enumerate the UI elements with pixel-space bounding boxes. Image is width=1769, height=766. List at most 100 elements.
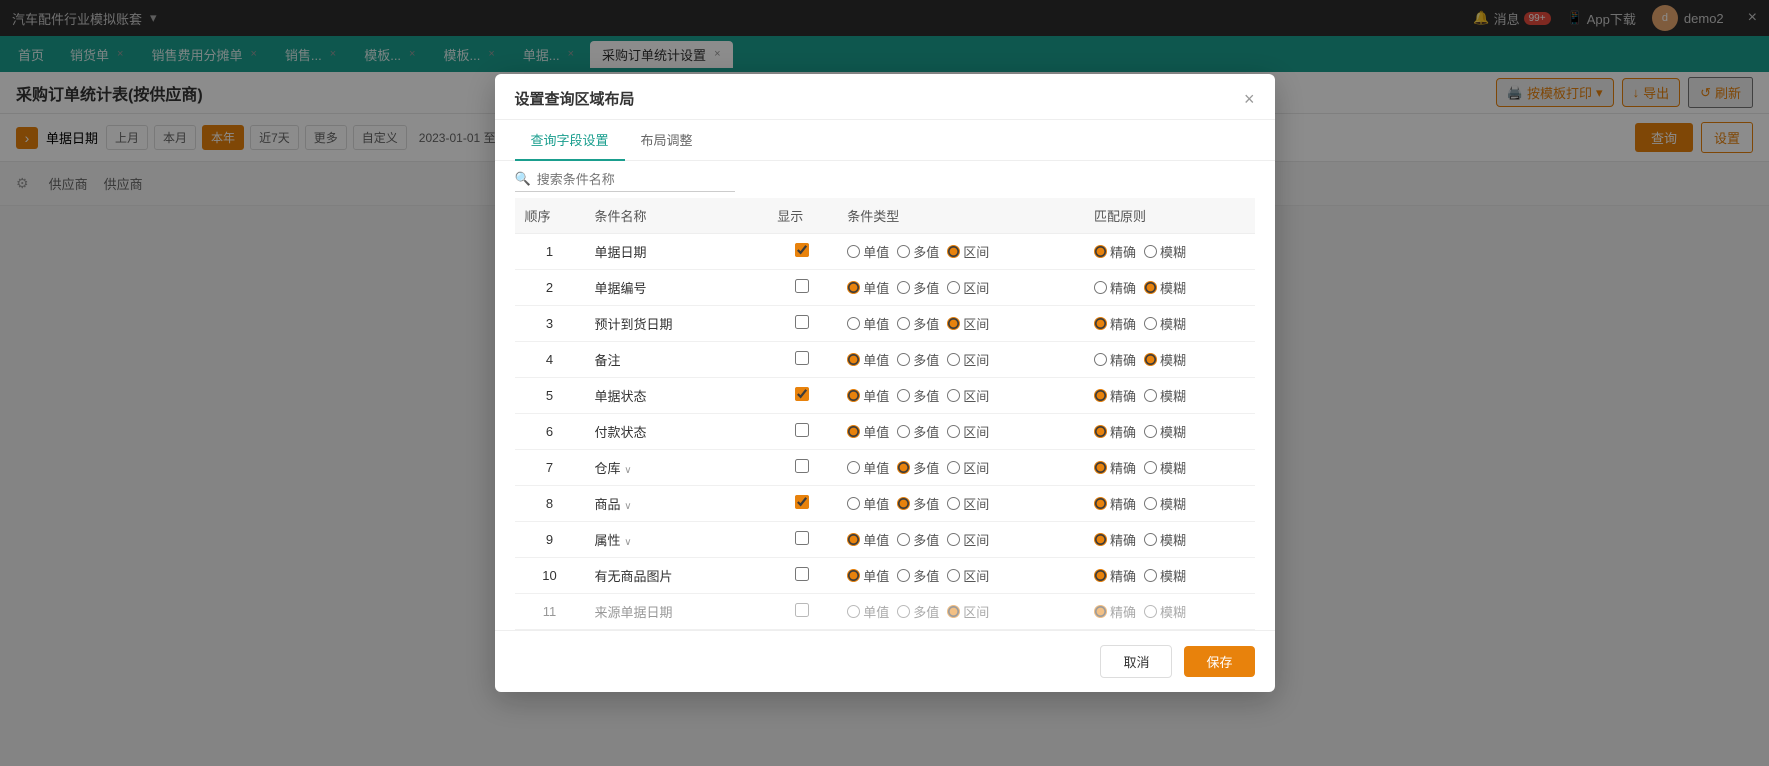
type-radio-多值[interactable]: 多值 [897,314,939,333]
type-radio-单值[interactable]: 单值 [847,386,889,405]
th-type: 条件类型 [837,198,1084,234]
cell-display[interactable] [767,270,837,306]
cell-name: 付款状态 [585,414,768,450]
cell-display[interactable] [767,234,837,270]
match-radio-精确[interactable]: 精确 [1094,566,1136,585]
display-checkbox[interactable] [795,531,809,545]
type-radio-单值[interactable]: 单值 [847,566,889,585]
type-radio-单值[interactable]: 单值 [847,602,889,621]
match-radio-精确[interactable]: 精确 [1094,242,1136,261]
search-input[interactable] [537,172,717,187]
type-radio-单值[interactable]: 单值 [847,530,889,549]
match-radio-模糊[interactable]: 模糊 [1144,422,1186,441]
type-radio-单值[interactable]: 单值 [847,458,889,477]
type-radio-区间[interactable]: 区间 [947,458,989,477]
cell-order: 4 [515,342,585,378]
type-radio-多值[interactable]: 多值 [897,566,939,585]
cell-display[interactable] [767,558,837,594]
match-radio-模糊[interactable]: 模糊 [1144,458,1186,477]
cell-match: 精确模糊 [1084,594,1255,630]
modal-tab-layout-adjust[interactable]: 布局调整 [625,120,709,161]
display-checkbox[interactable] [795,351,809,365]
display-checkbox[interactable] [795,279,809,293]
cell-display[interactable] [767,522,837,558]
cell-type: 单值多值区间 [837,594,1084,630]
match-radio-精确[interactable]: 精确 [1094,530,1136,549]
match-radio-模糊[interactable]: 模糊 [1144,566,1186,585]
cell-name: 预计到货日期 [585,306,768,342]
cell-match: 精确模糊 [1084,558,1255,594]
match-radio-模糊[interactable]: 模糊 [1144,530,1186,549]
cell-display[interactable] [767,378,837,414]
type-radio-多值[interactable]: 多值 [897,350,939,369]
cell-display[interactable] [767,594,837,630]
cell-display[interactable] [767,306,837,342]
match-radio-精确[interactable]: 精确 [1094,494,1136,513]
type-radio-区间[interactable]: 区间 [947,278,989,297]
type-radio-区间[interactable]: 区间 [947,602,989,621]
cell-match: 精确模糊 [1084,378,1255,414]
type-radio-多值[interactable]: 多值 [897,422,939,441]
match-radio-模糊[interactable]: 模糊 [1144,242,1186,261]
condition-dropdown-icon[interactable]: ∨ [624,501,631,512]
modal-close-button[interactable]: × [1244,90,1255,108]
match-radio-模糊[interactable]: 模糊 [1144,350,1186,369]
display-checkbox[interactable] [795,315,809,329]
match-radio-精确[interactable]: 精确 [1094,314,1136,333]
table-row: 4备注单值多值区间精确模糊 [515,342,1255,378]
modal-header: 设置查询区域布局 × [495,74,1275,120]
match-radio-模糊[interactable]: 模糊 [1144,314,1186,333]
type-radio-单值[interactable]: 单值 [847,242,889,261]
cell-display[interactable] [767,342,837,378]
match-radio-模糊[interactable]: 模糊 [1144,602,1186,621]
display-checkbox[interactable] [795,387,809,401]
display-checkbox[interactable] [795,567,809,581]
cell-display[interactable] [767,450,837,486]
display-checkbox[interactable] [795,495,809,509]
type-radio-单值[interactable]: 单值 [847,278,889,297]
cell-display[interactable] [767,414,837,450]
condition-dropdown-icon[interactable]: ∨ [624,465,631,476]
type-radio-区间[interactable]: 区间 [947,494,989,513]
match-radio-精确[interactable]: 精确 [1094,350,1136,369]
match-radio-精确[interactable]: 精确 [1094,458,1136,477]
save-button[interactable]: 保存 [1184,646,1254,677]
type-radio-多值[interactable]: 多值 [897,602,939,621]
cancel-button[interactable]: 取消 [1100,645,1172,678]
type-radio-区间[interactable]: 区间 [947,386,989,405]
modal-conditions-table: 顺序 条件名称 显示 条件类型 匹配原则 1单据日期单值多值区间精确模糊2单据编… [495,198,1275,630]
type-radio-区间[interactable]: 区间 [947,314,989,333]
type-radio-区间[interactable]: 区间 [947,530,989,549]
match-radio-精确[interactable]: 精确 [1094,602,1136,621]
display-checkbox[interactable] [795,243,809,257]
type-radio-区间[interactable]: 区间 [947,350,989,369]
type-radio-多值[interactable]: 多值 [897,458,939,477]
match-radio-精确[interactable]: 精确 [1094,386,1136,405]
display-checkbox[interactable] [795,603,809,617]
modal-tab-field-settings[interactable]: 查询字段设置 [515,120,625,161]
type-radio-区间[interactable]: 区间 [947,242,989,261]
cell-display[interactable] [767,486,837,522]
cell-order: 2 [515,270,585,306]
match-radio-精确[interactable]: 精确 [1094,422,1136,441]
display-checkbox[interactable] [795,423,809,437]
type-radio-多值[interactable]: 多值 [897,278,939,297]
type-radio-区间[interactable]: 区间 [947,566,989,585]
type-radio-多值[interactable]: 多值 [897,242,939,261]
type-radio-单值[interactable]: 单值 [847,350,889,369]
type-radio-单值[interactable]: 单值 [847,314,889,333]
type-radio-多值[interactable]: 多值 [897,530,939,549]
match-radio-模糊[interactable]: 模糊 [1144,278,1186,297]
cell-type: 单值多值区间 [837,522,1084,558]
display-checkbox[interactable] [795,459,809,473]
match-radio-模糊[interactable]: 模糊 [1144,386,1186,405]
type-radio-多值[interactable]: 多值 [897,494,939,513]
match-radio-精确[interactable]: 精确 [1094,278,1136,297]
condition-dropdown-icon[interactable]: ∨ [624,537,631,548]
type-radio-多值[interactable]: 多值 [897,386,939,405]
type-radio-区间[interactable]: 区间 [947,422,989,441]
type-radio-单值[interactable]: 单值 [847,494,889,513]
table-row: 11来源单据日期单值多值区间精确模糊 [515,594,1255,630]
match-radio-模糊[interactable]: 模糊 [1144,494,1186,513]
type-radio-单值[interactable]: 单值 [847,422,889,441]
